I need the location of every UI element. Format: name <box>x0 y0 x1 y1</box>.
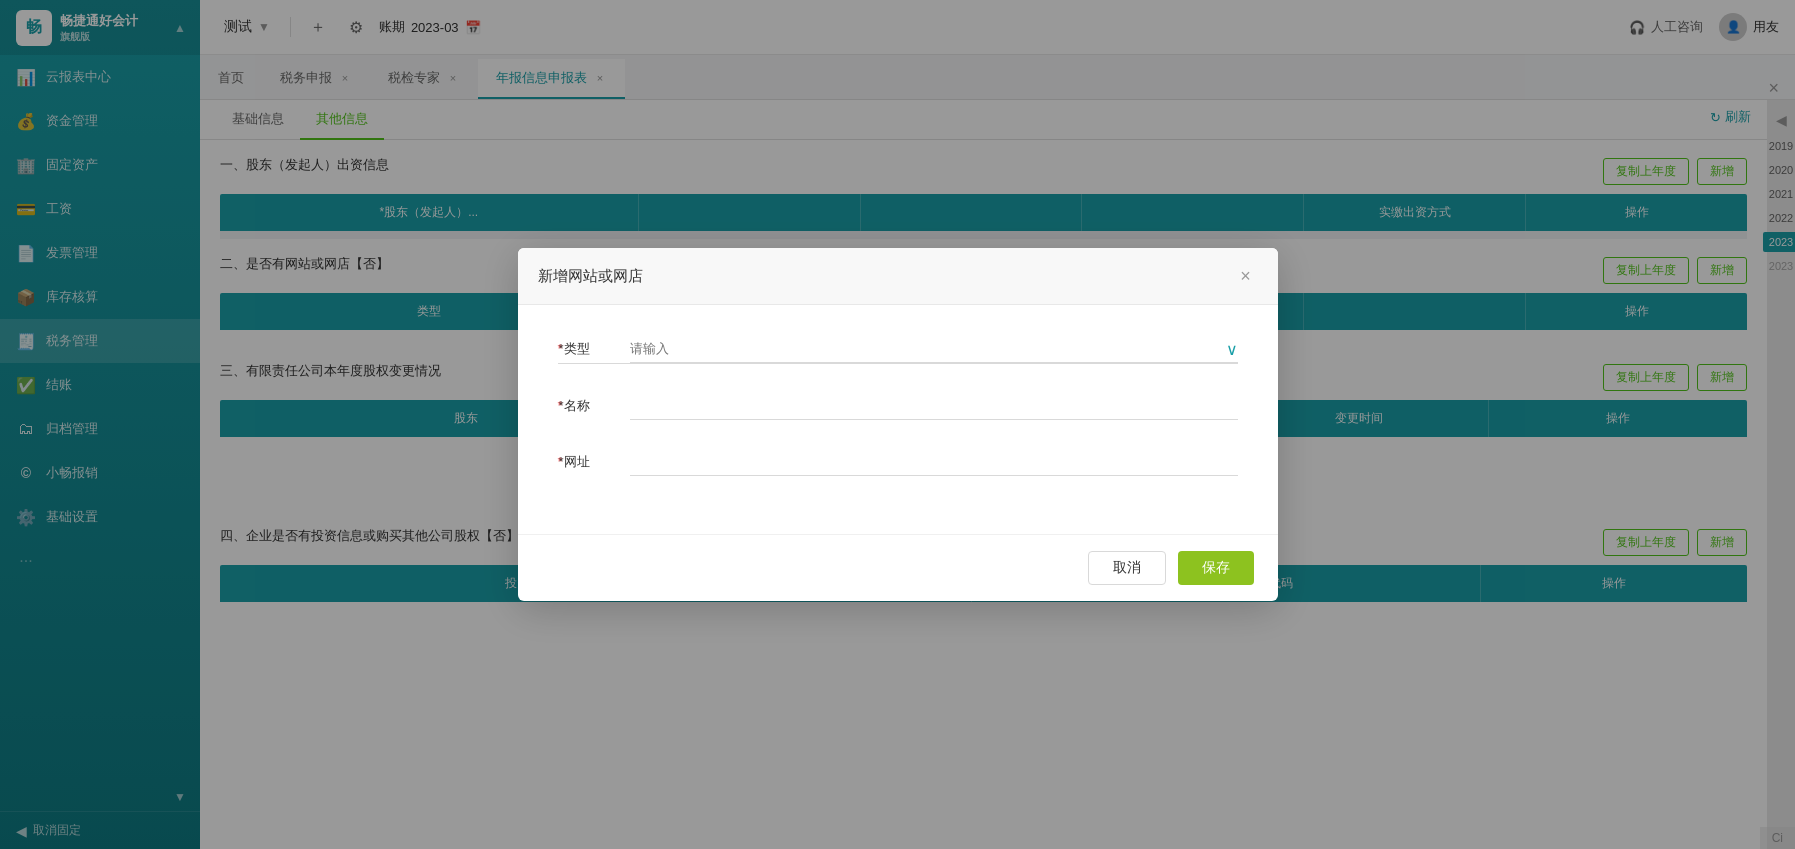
form-field-url: **网址 <box>558 448 1238 476</box>
dialog-body: **类型 ∨ **名称 <box>518 305 1278 534</box>
cancel-button[interactable]: 取消 <box>1088 551 1166 585</box>
url-label: **网址 <box>558 453 618 471</box>
name-label: **名称 <box>558 397 618 415</box>
form-field-type: **类型 ∨ <box>558 335 1238 363</box>
dropdown-arrow-icon[interactable]: ∨ <box>1226 340 1238 359</box>
form-row-type: **类型 ∨ <box>558 335 1238 364</box>
dialog-header: 新增网站或网店 × <box>518 248 1278 305</box>
type-select-container: ∨ <box>630 335 1238 363</box>
form-field-name: **名称 <box>558 392 1238 420</box>
dialog-footer: 取消 保存 <box>518 534 1278 601</box>
name-input[interactable] <box>630 392 1238 420</box>
dialog-title: 新增网站或网店 <box>538 267 643 286</box>
type-label: **类型 <box>558 340 618 358</box>
dialog-close-btn[interactable]: × <box>1234 264 1258 288</box>
add-website-dialog: 新增网站或网店 × **类型 ∨ <box>518 248 1278 601</box>
dialog-overlay: 新增网站或网店 × **类型 ∨ <box>0 0 1795 849</box>
form-row-url: **网址 <box>558 448 1238 476</box>
form-row-name: **名称 <box>558 392 1238 420</box>
type-input[interactable] <box>630 335 1238 363</box>
url-input[interactable] <box>630 448 1238 476</box>
save-button[interactable]: 保存 <box>1178 551 1254 585</box>
